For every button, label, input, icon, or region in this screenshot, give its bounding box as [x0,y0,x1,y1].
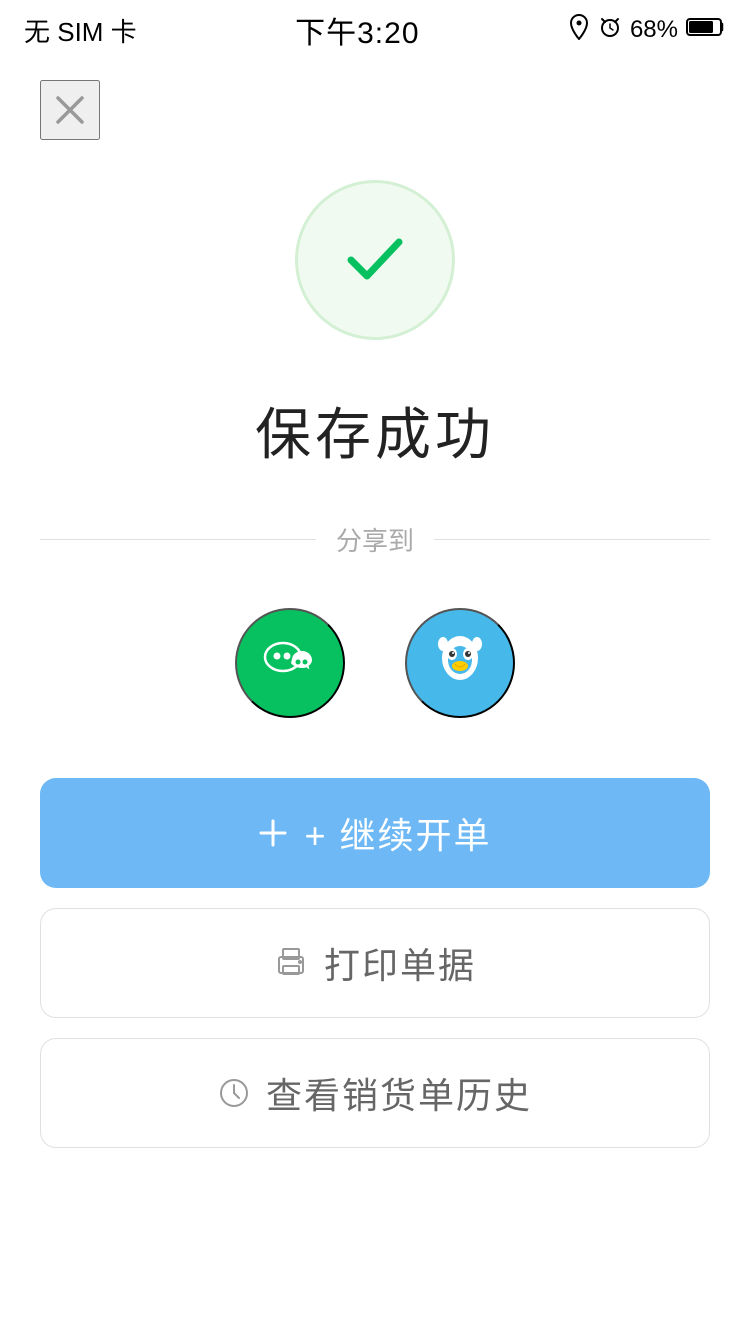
share-label: 分享到 [336,521,414,558]
status-bar: 无 SIM 卡 下午3:20 68% [0,0,750,60]
continue-label: + 继续开单 [304,807,491,859]
alarm-icon [598,14,622,47]
carrier-text: 无 SIM 卡 [24,12,137,49]
continue-button[interactable]: + 继续开单 [40,778,710,888]
share-divider: 分享到 [40,521,710,558]
history-label: 查看销货单历史 [266,1067,532,1119]
status-time: 下午3:20 [295,8,419,52]
plus-icon [258,818,288,848]
divider-left [40,539,316,540]
print-label: 打印单据 [324,937,476,989]
success-indicator [295,180,455,340]
battery-icon [686,16,726,45]
close-button[interactable] [40,80,100,140]
print-icon [274,948,308,978]
battery-percent: 68% [630,16,678,44]
main-content: 保存成功 分享到 [0,60,750,1334]
share-section: 分享到 [40,521,710,718]
history-button[interactable]: 查看销货单历史 [40,1038,710,1148]
qq-share-button[interactable] [405,608,515,718]
checkmark-icon [335,218,415,303]
print-button[interactable]: 打印单据 [40,908,710,1018]
status-right: 68% [568,14,726,47]
share-icons [235,608,515,718]
divider-right [434,539,710,540]
location-icon [568,14,590,47]
action-buttons: + 继续开单 打印单据 查看销货单历史 [40,778,710,1148]
history-icon [218,1077,250,1109]
wechat-share-button[interactable] [235,608,345,718]
success-title: 保存成功 [255,390,495,471]
status-left: 无 SIM 卡 [24,12,147,49]
